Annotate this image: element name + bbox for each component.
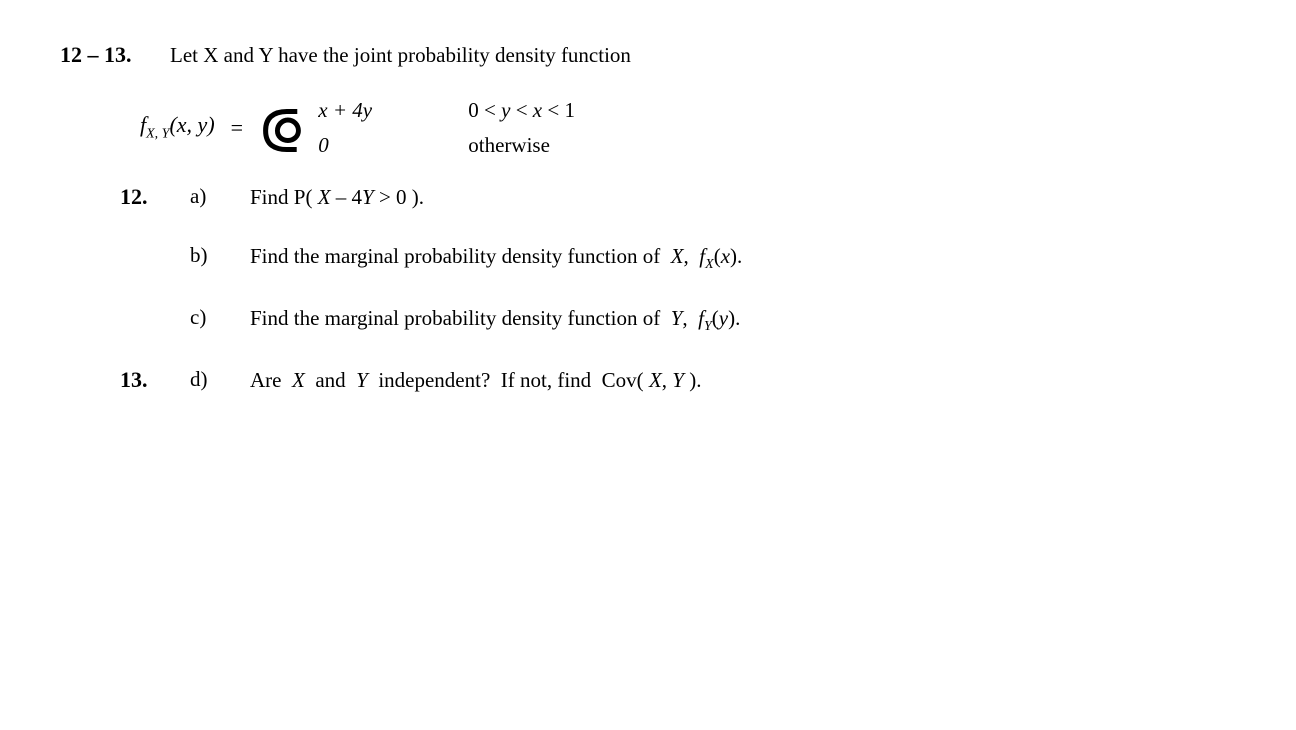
problem-12c: c) Find the marginal probability density… xyxy=(120,303,1236,337)
piecewise-row-1: x + 4y 0 < y < x < 1 xyxy=(318,98,648,123)
problem-13-number: 13. xyxy=(120,365,190,393)
problem-12a: 12. a) Find P( X – 4Y > 0 ). xyxy=(120,182,1236,214)
f-subscript: X, Y xyxy=(146,127,169,142)
case1-cond: 0 < y < x < 1 xyxy=(468,98,648,123)
problem-intro-text: Let X and Y have the joint probability d… xyxy=(170,40,631,72)
part-a-text: Find P( X – 4Y > 0 ). xyxy=(250,182,424,214)
problem-12-number: 12. xyxy=(120,182,190,210)
piecewise-function: fX, Y(x, y) = ⟃ x + 4y 0 < y < x < 1 0 o… xyxy=(140,92,1236,164)
case2-cond: otherwise xyxy=(468,133,648,158)
part-c-letter: c) xyxy=(190,303,250,330)
part-d-letter: d) xyxy=(190,365,250,392)
problem-12-spacer2 xyxy=(120,303,190,305)
part-b-letter: b) xyxy=(190,241,250,268)
problem-12b: b) Find the marginal probability density… xyxy=(120,241,1236,275)
problem-12-spacer xyxy=(120,241,190,243)
case1-expr: x + 4y xyxy=(318,98,418,123)
problem-12-section: 12. a) Find P( X – 4Y > 0 ). b) Find the… xyxy=(120,182,1236,338)
piecewise-lhs: fX, Y(x, y) xyxy=(140,112,215,142)
part-c-text: Find the marginal probability density fu… xyxy=(250,303,740,337)
case2-expr: 0 xyxy=(318,133,418,158)
equals-sign: = xyxy=(231,115,243,141)
problem-number-header: 12 – 13. xyxy=(60,40,170,68)
part-a-letter: a) xyxy=(190,182,250,209)
f-args: (x, y) xyxy=(169,112,214,137)
piecewise-row-2: 0 otherwise xyxy=(318,133,648,158)
brace-container: ⟃ x + 4y 0 < y < x < 1 0 otherwise xyxy=(259,92,648,164)
piecewise-cases: x + 4y 0 < y < x < 1 0 otherwise xyxy=(318,92,648,164)
part-b-text: Find the marginal probability density fu… xyxy=(250,241,742,275)
part-d-text: Are X and Y independent? If not, find Co… xyxy=(250,365,701,397)
left-brace: ⟃ xyxy=(259,92,302,164)
problem-header: 12 – 13. Let X and Y have the joint prob… xyxy=(60,40,1236,72)
problem-13d: 13. d) Are X and Y independent? If not, … xyxy=(120,365,1236,397)
problem-13-section: 13. d) Are X and Y independent? If not, … xyxy=(120,365,1236,397)
